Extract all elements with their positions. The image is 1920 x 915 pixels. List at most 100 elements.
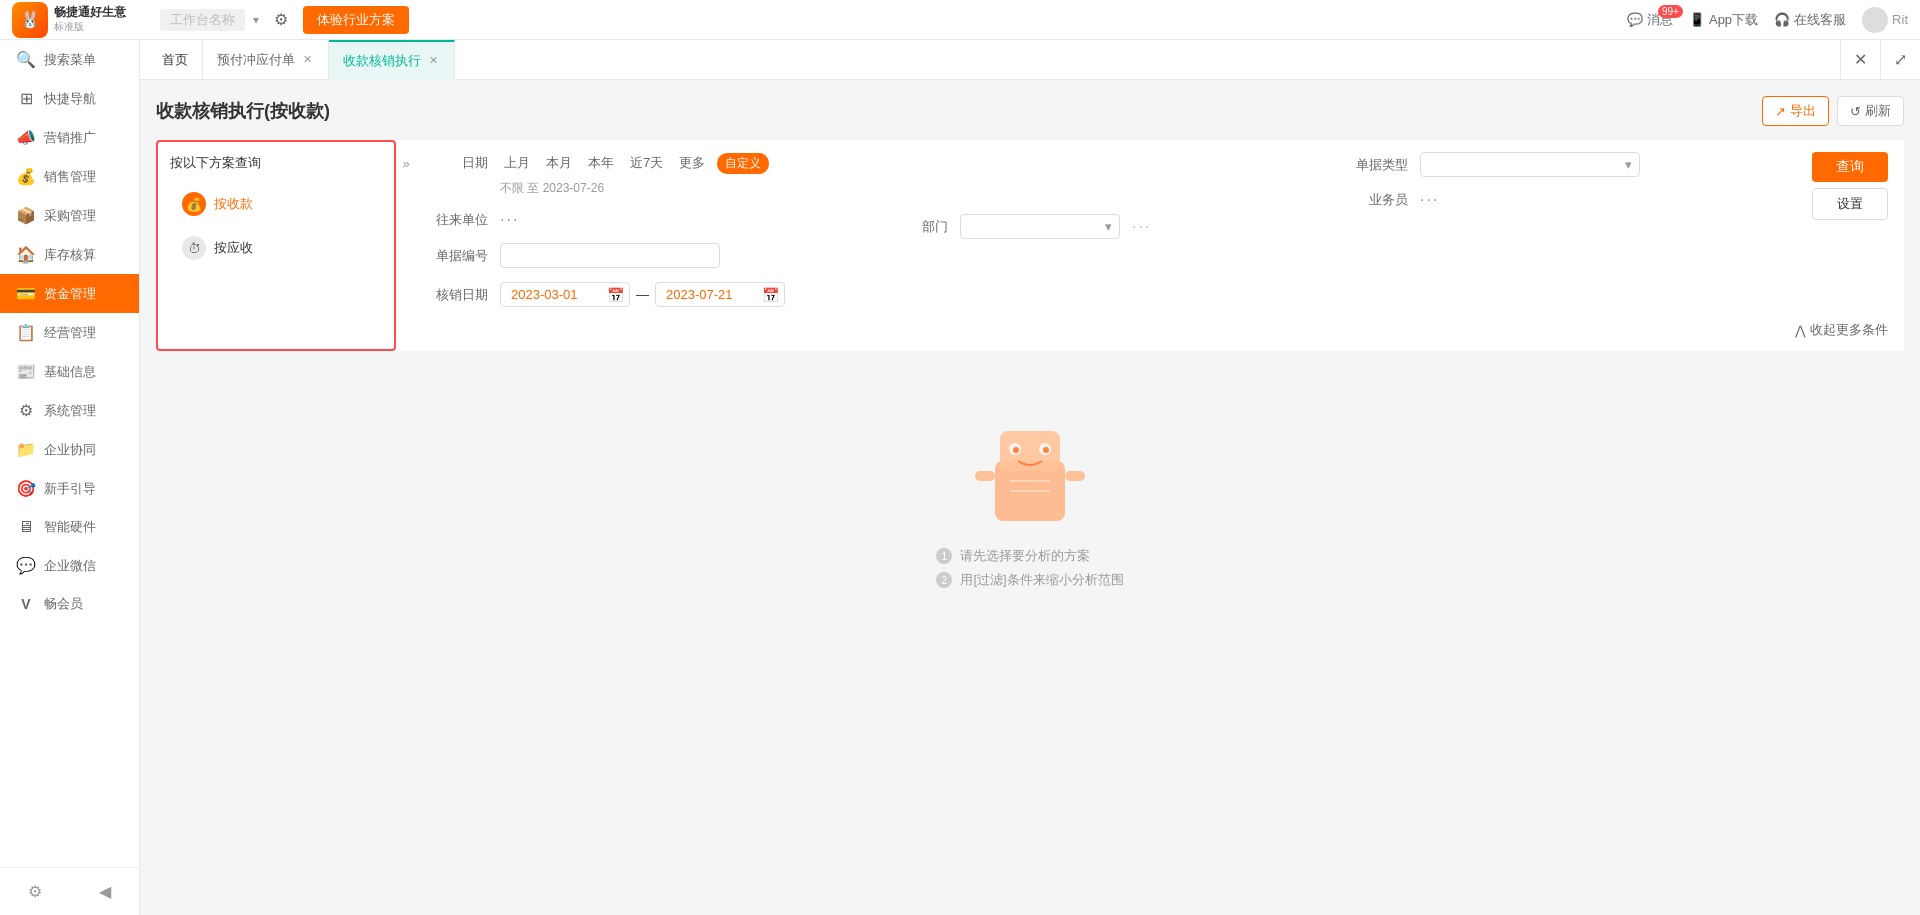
- top-bar: 🐰 畅捷通好生意 标准版 工作台名称 ▾ ⚙ 体验行业方案 💬 消息 99+ 📱…: [0, 0, 1920, 40]
- sidebar-label-marketing: 营销推广: [44, 129, 96, 147]
- setting-button[interactable]: 设置: [1812, 188, 1888, 220]
- tab-prepay-close[interactable]: ✕: [301, 51, 314, 68]
- sidebar-item-enterprise[interactable]: 📁 企业协同: [0, 430, 139, 469]
- tab-collection-close[interactable]: ✕: [427, 52, 440, 69]
- workspace-dropdown-icon[interactable]: ▾: [253, 13, 259, 27]
- counterparty-dots[interactable]: ···: [500, 211, 519, 229]
- sidebar-item-operations[interactable]: 📋 经营管理: [0, 313, 139, 352]
- search-icon: 🔍: [16, 50, 36, 69]
- purchase-icon: 📦: [16, 206, 36, 225]
- filter-row-date: 日期 上月 本月 本年 近7天 更多 自定义: [432, 152, 880, 174]
- sidebar-item-quick-nav[interactable]: ⊞ 快捷导航: [0, 79, 139, 118]
- salesperson-dots[interactable]: ···: [1420, 191, 1439, 209]
- collapse-more-label: 收起更多条件: [1810, 321, 1888, 339]
- sidebar-settings-button[interactable]: ⚙: [20, 878, 50, 905]
- sidebar-item-hardware[interactable]: 🖥 智能硬件: [0, 508, 139, 546]
- filter-row-salesperson: 业务员 ···: [1352, 191, 1800, 209]
- filter-collapse-button[interactable]: »: [396, 140, 416, 351]
- refresh-button[interactable]: ↺ 刷新: [1837, 96, 1904, 126]
- filter-row-docno: 单据编号: [432, 243, 880, 268]
- sidebar-label-enterprise: 企业协同: [44, 441, 96, 459]
- tab-collection[interactable]: 收款核销执行 ✕: [329, 40, 455, 80]
- filter-row-writeoff-date: 核销日期 📅 — 📅: [432, 282, 1888, 307]
- query-button[interactable]: 查询: [1812, 152, 1888, 182]
- calendar-start-icon[interactable]: 📅: [607, 287, 624, 303]
- date-tab-this-month[interactable]: 本月: [542, 152, 576, 174]
- empty-hint-1: 1 请先选择要分析的方案: [936, 547, 1123, 565]
- edition-label: 标准版: [54, 20, 126, 34]
- sidebar-label-search: 搜索菜单: [44, 51, 96, 69]
- app-icon: 📱: [1689, 12, 1705, 27]
- member-icon: V: [16, 596, 36, 612]
- filter-option-by-receipt[interactable]: 💰 按收款: [170, 184, 382, 224]
- user-area[interactable]: Rit: [1862, 7, 1908, 33]
- app-download-button[interactable]: 📱 App下载: [1689, 11, 1758, 29]
- writeoff-date-start-wrapper: 📅: [500, 282, 630, 307]
- message-icon: 💬: [1627, 12, 1643, 27]
- page-content: 收款核销执行(按收款) ↗ 导出 ↺ 刷新 按以下方案查询: [140, 80, 1920, 915]
- tab-close-all-button[interactable]: ✕: [1840, 40, 1880, 80]
- sidebar-collapse-button[interactable]: ◀: [91, 878, 119, 905]
- filter-right-panel: 日期 上月 本月 本年 近7天 更多 自定义: [416, 140, 1904, 351]
- tab-prepay[interactable]: 预付冲应付单 ✕: [203, 40, 329, 80]
- date-tabs: 上月 本月 本年 近7天 更多 自定义: [500, 152, 769, 174]
- sidebar-item-purchase[interactable]: 📦 采购管理: [0, 196, 139, 235]
- tab-home-label: 首页: [162, 51, 188, 69]
- sidebar-item-inventory[interactable]: 🏠 库存核算: [0, 235, 139, 274]
- sidebar-item-member[interactable]: V 畅会员: [0, 585, 139, 623]
- date-tab-custom[interactable]: 自定义: [717, 153, 769, 174]
- sidebar-label-inventory: 库存核算: [44, 246, 96, 264]
- sidebar-item-basics[interactable]: 📰 基础信息: [0, 352, 139, 391]
- tab-collection-label: 收款核销执行: [343, 52, 421, 70]
- sidebar-item-search[interactable]: 🔍 搜索菜单: [0, 40, 139, 79]
- collapse-more-button[interactable]: ⋀ 收起更多条件: [432, 321, 1888, 339]
- sidebar-item-marketing[interactable]: 📣 营销推广: [0, 118, 139, 157]
- sidebar-item-wechat[interactable]: 💬 企业微信: [0, 546, 139, 585]
- content-area: 首页 预付冲应付单 ✕ 收款核销执行 ✕ ✕ ⤢ 收款核销执行(按收款): [140, 40, 1920, 915]
- headset-icon: 🎧: [1774, 12, 1790, 27]
- date-tab-this-year[interactable]: 本年: [584, 152, 618, 174]
- page-title: 收款核销执行(按收款): [156, 99, 330, 123]
- top-bar-right: 💬 消息 99+ 📱 App下载 🎧 在线客服 Rit: [1627, 7, 1908, 33]
- online-service-button[interactable]: 🎧 在线客服: [1774, 11, 1846, 29]
- svg-point-4: [1013, 447, 1019, 453]
- message-button[interactable]: 💬 消息 99+: [1627, 11, 1673, 29]
- settings-icon[interactable]: ⚙: [267, 6, 295, 34]
- logo-text-area: 畅捷通好生意 标准版: [54, 5, 126, 35]
- doctype-label: 单据类型: [1352, 156, 1408, 174]
- enterprise-icon: 📁: [16, 440, 36, 459]
- company-name: 畅捷通好生意: [54, 5, 126, 21]
- sidebar-label-member: 畅会员: [44, 595, 83, 613]
- export-label: 导出: [1790, 102, 1816, 120]
- marketing-icon: 📣: [16, 128, 36, 147]
- user-avatar: [1862, 7, 1888, 33]
- export-button[interactable]: ↗ 导出: [1762, 96, 1829, 126]
- docno-input[interactable]: [500, 243, 720, 268]
- svg-rect-7: [1065, 471, 1085, 481]
- sidebar-item-sales[interactable]: 💰 销售管理: [0, 157, 139, 196]
- svg-point-5: [1043, 447, 1049, 453]
- date-tab-last-month[interactable]: 上月: [500, 152, 534, 174]
- date-tab-7days[interactable]: 近7天: [626, 152, 667, 174]
- sidebar-item-system[interactable]: ⚙ 系统管理: [0, 391, 139, 430]
- tab-expand-button[interactable]: ⤢: [1880, 40, 1920, 80]
- calendar-end-icon[interactable]: 📅: [762, 287, 779, 303]
- sidebar-item-newbie[interactable]: 🎯 新手引导: [0, 469, 139, 508]
- page-header-actions: ↗ 导出 ↺ 刷新: [1762, 96, 1904, 126]
- date-tab-more[interactable]: 更多: [675, 152, 709, 174]
- department-select[interactable]: [960, 214, 1120, 239]
- department-label: 部门: [892, 218, 948, 236]
- filter-option-by-receivable[interactable]: ⏱ 按应收: [170, 228, 382, 268]
- logo-area: 🐰 畅捷通好生意 标准版: [12, 2, 152, 38]
- tab-home[interactable]: 首页: [148, 40, 203, 80]
- newbie-icon: 🎯: [16, 479, 36, 498]
- tab-bar: 首页 预付冲应付单 ✕ 收款核销执行 ✕ ✕ ⤢: [140, 40, 1920, 80]
- sidebar-item-finance[interactable]: 💳 资金管理: [0, 274, 139, 313]
- filter-row-doctype: 单据类型: [1352, 152, 1800, 177]
- sidebar-label-wechat: 企业微信: [44, 557, 96, 575]
- department-dots[interactable]: ···: [1132, 218, 1151, 236]
- industry-solution-button[interactable]: 体验行业方案: [303, 6, 409, 34]
- hint-num-1: 1: [936, 548, 952, 564]
- user-name: Rit: [1892, 12, 1908, 27]
- doctype-select[interactable]: [1420, 152, 1640, 177]
